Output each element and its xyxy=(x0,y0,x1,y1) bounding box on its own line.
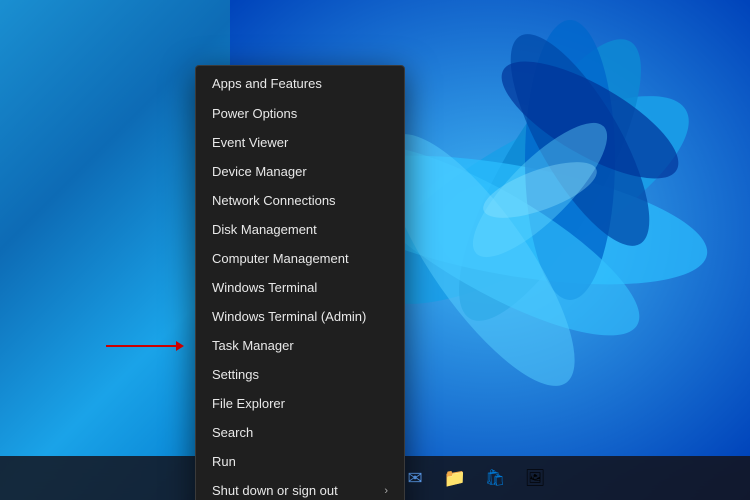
menu-item-disk-management[interactable]: Disk Management xyxy=(196,215,404,244)
photos-icon[interactable]: 🖼 xyxy=(517,460,553,496)
menu-item-label: Shut down or sign out xyxy=(212,483,338,498)
menu-item-label: Event Viewer xyxy=(212,135,288,150)
menu-item-label: File Explorer xyxy=(212,396,285,411)
menu-item-label: Device Manager xyxy=(212,164,307,179)
menu-item-search[interactable]: Search xyxy=(196,418,404,447)
menu-item-device-manager[interactable]: Device Manager xyxy=(196,157,404,186)
submenu-arrow-icon: › xyxy=(384,485,388,497)
menu-item-run[interactable]: Run xyxy=(196,447,404,476)
menu-item-file-explorer[interactable]: File Explorer xyxy=(196,389,404,418)
menu-item-label: Search xyxy=(212,425,253,440)
menu-item-apps-features[interactable]: Apps and Features xyxy=(196,68,404,99)
menu-item-shut-down[interactable]: Shut down or sign out › xyxy=(196,476,404,500)
explorer-icon[interactable]: 📁 xyxy=(437,460,473,496)
menu-item-label: Task Manager xyxy=(212,338,294,353)
menu-item-windows-terminal[interactable]: Windows Terminal xyxy=(196,273,404,302)
context-menu: Apps and Features Power Options Event View… xyxy=(195,65,405,500)
menu-item-label: Apps and Features xyxy=(212,76,322,91)
menu-item-label: Windows Terminal xyxy=(212,280,317,295)
menu-item-settings[interactable]: Settings xyxy=(196,360,404,389)
menu-item-event-viewer[interactable]: Event Viewer xyxy=(196,128,404,157)
menu-item-label: Computer Management xyxy=(212,251,349,266)
desktop: Apps and Features Power Options Event View… xyxy=(0,0,750,500)
menu-item-label: Power Options xyxy=(212,106,297,121)
menu-item-network-connections[interactable]: Network Connections xyxy=(196,186,404,215)
menu-item-power-options[interactable]: Power Options xyxy=(196,99,404,128)
menu-item-label: Run xyxy=(212,454,236,469)
menu-item-windows-terminal-admin[interactable]: Windows Terminal (Admin) xyxy=(196,302,404,331)
menu-item-task-manager[interactable]: Task Manager xyxy=(196,331,404,360)
menu-item-computer-management[interactable]: Computer Management xyxy=(196,244,404,273)
task-manager-arrow-annotation xyxy=(106,341,184,351)
menu-item-label: Disk Management xyxy=(212,222,317,237)
store-icon[interactable]: 🛍 xyxy=(477,460,513,496)
menu-item-label: Settings xyxy=(212,367,259,382)
menu-item-label: Windows Terminal (Admin) xyxy=(212,309,366,324)
menu-item-label: Network Connections xyxy=(212,193,336,208)
